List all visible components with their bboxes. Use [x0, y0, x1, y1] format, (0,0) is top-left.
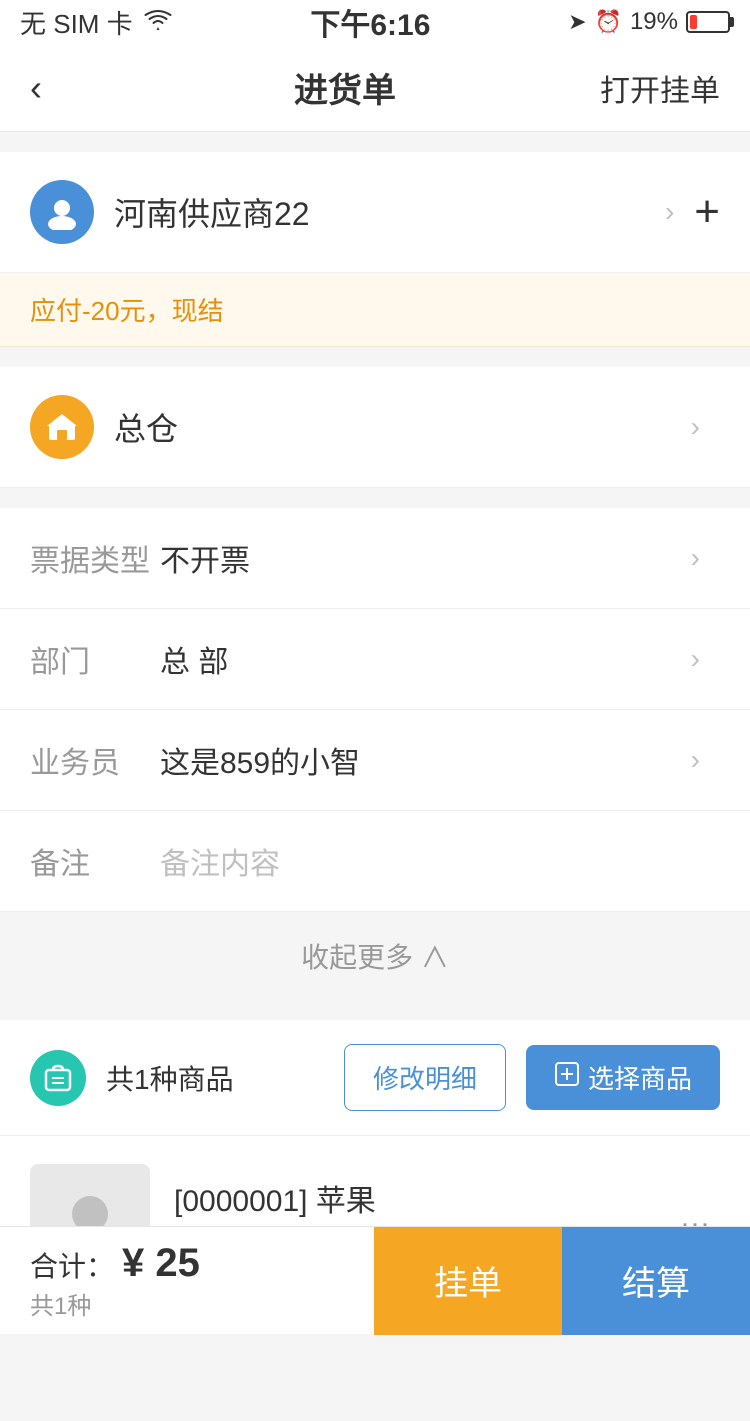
- section-gap-4: [0, 1000, 750, 1020]
- remark-label: 备注: [30, 839, 150, 883]
- open-suspend-button[interactable]: 打开挂单: [600, 66, 720, 110]
- remark-input[interactable]: 备注内容: [150, 839, 720, 883]
- battery-icon: [686, 11, 730, 33]
- department-label: 部门: [30, 637, 150, 681]
- dept-arrow-icon: ›: [691, 643, 700, 675]
- form-section: 票据类型 不开票 › 部门 总 部 › 业务员 这是859的小智 › 备注 备注…: [0, 508, 750, 912]
- supplier-avatar: [30, 180, 94, 244]
- product-name: [0000001] 苹果: [174, 1176, 646, 1220]
- salesman-row[interactable]: 业务员 这是859的小智 ›: [0, 710, 750, 811]
- carrier-text: 无 SIM 卡: [20, 4, 133, 41]
- status-bar: 无 SIM 卡 下午6:16 ➤ ⏰ 19%: [0, 0, 750, 44]
- total-amount: ¥ 25: [122, 1241, 200, 1286]
- ticket-type-value: 不开票: [150, 536, 691, 580]
- warehouse-row[interactable]: 总仓 ›: [0, 367, 750, 488]
- status-time: 下午6:16: [310, 0, 430, 44]
- supplier-name: 河南供应商22: [114, 189, 665, 235]
- checkout-button[interactable]: 结算: [562, 1227, 750, 1335]
- location-icon: ➤: [568, 9, 586, 35]
- warehouse-arrow-icon: ›: [691, 411, 700, 443]
- edit-detail-button[interactable]: 修改明细: [344, 1044, 506, 1111]
- battery-percent: 19%: [630, 8, 678, 36]
- wifi-icon: [143, 7, 173, 38]
- product-icon-wrap: [30, 1050, 86, 1106]
- department-value: 总 部: [150, 637, 691, 681]
- select-product-icon: [554, 1061, 580, 1094]
- section-gap-3: [0, 488, 750, 508]
- salesman-arrow-icon: ›: [691, 744, 700, 776]
- remark-row[interactable]: 备注 备注内容: [0, 811, 750, 912]
- supplier-row[interactable]: 河南供应商22 › +: [0, 152, 750, 273]
- alarm-icon: ⏰: [595, 9, 622, 35]
- product-title: 苹果: [316, 1185, 376, 1218]
- ticket-type-row[interactable]: 票据类型 不开票 ›: [0, 508, 750, 609]
- product-header: 共1种商品 修改明细 选择商品: [0, 1020, 750, 1136]
- ticket-arrow-icon: ›: [691, 542, 700, 574]
- select-product-button[interactable]: 选择商品: [526, 1045, 720, 1110]
- product-count: 共1种商品: [106, 1058, 324, 1098]
- product-code: [0000001]: [174, 1185, 307, 1218]
- total-sub: 共1种: [30, 1286, 344, 1321]
- section-gap-1: [0, 132, 750, 152]
- collapse-row[interactable]: 收起更多 ∧: [0, 912, 750, 1000]
- section-gap-2: [0, 347, 750, 367]
- department-row[interactable]: 部门 总 部 ›: [0, 609, 750, 710]
- status-left: 无 SIM 卡: [20, 4, 173, 41]
- suspend-button[interactable]: 挂单: [374, 1227, 562, 1335]
- select-product-label: 选择商品: [588, 1059, 692, 1096]
- total-section: 合计： ¥ 25 共1种: [0, 1241, 374, 1321]
- add-supplier-button[interactable]: +: [694, 190, 720, 234]
- warehouse-icon-wrap: [30, 395, 94, 459]
- page-title: 进货单: [294, 63, 396, 112]
- nav-bar: ‹ 进货单 打开挂单: [0, 44, 750, 132]
- total-label: 合计：: [30, 1245, 114, 1285]
- bottom-bar: 合计： ¥ 25 共1种 挂单 结算: [0, 1226, 750, 1334]
- supplier-section: 河南供应商22 › + 应付-20元，现结: [0, 152, 750, 347]
- notice-bar: 应付-20元，现结: [0, 273, 750, 347]
- back-button[interactable]: ‹: [30, 67, 90, 109]
- warehouse-section: 总仓 ›: [0, 367, 750, 488]
- collapse-label: 收起更多 ∧: [301, 942, 449, 973]
- salesman-value: 这是859的小智: [150, 738, 691, 782]
- notice-text: 应付-20元，现结: [30, 296, 224, 326]
- ticket-type-label: 票据类型: [30, 536, 150, 580]
- status-right: ➤ ⏰ 19%: [568, 8, 730, 36]
- total-main: 合计： ¥ 25: [30, 1241, 344, 1286]
- warehouse-name: 总仓: [114, 404, 691, 450]
- salesman-label: 业务员: [30, 738, 150, 782]
- supplier-arrow-icon: ›: [665, 196, 674, 228]
